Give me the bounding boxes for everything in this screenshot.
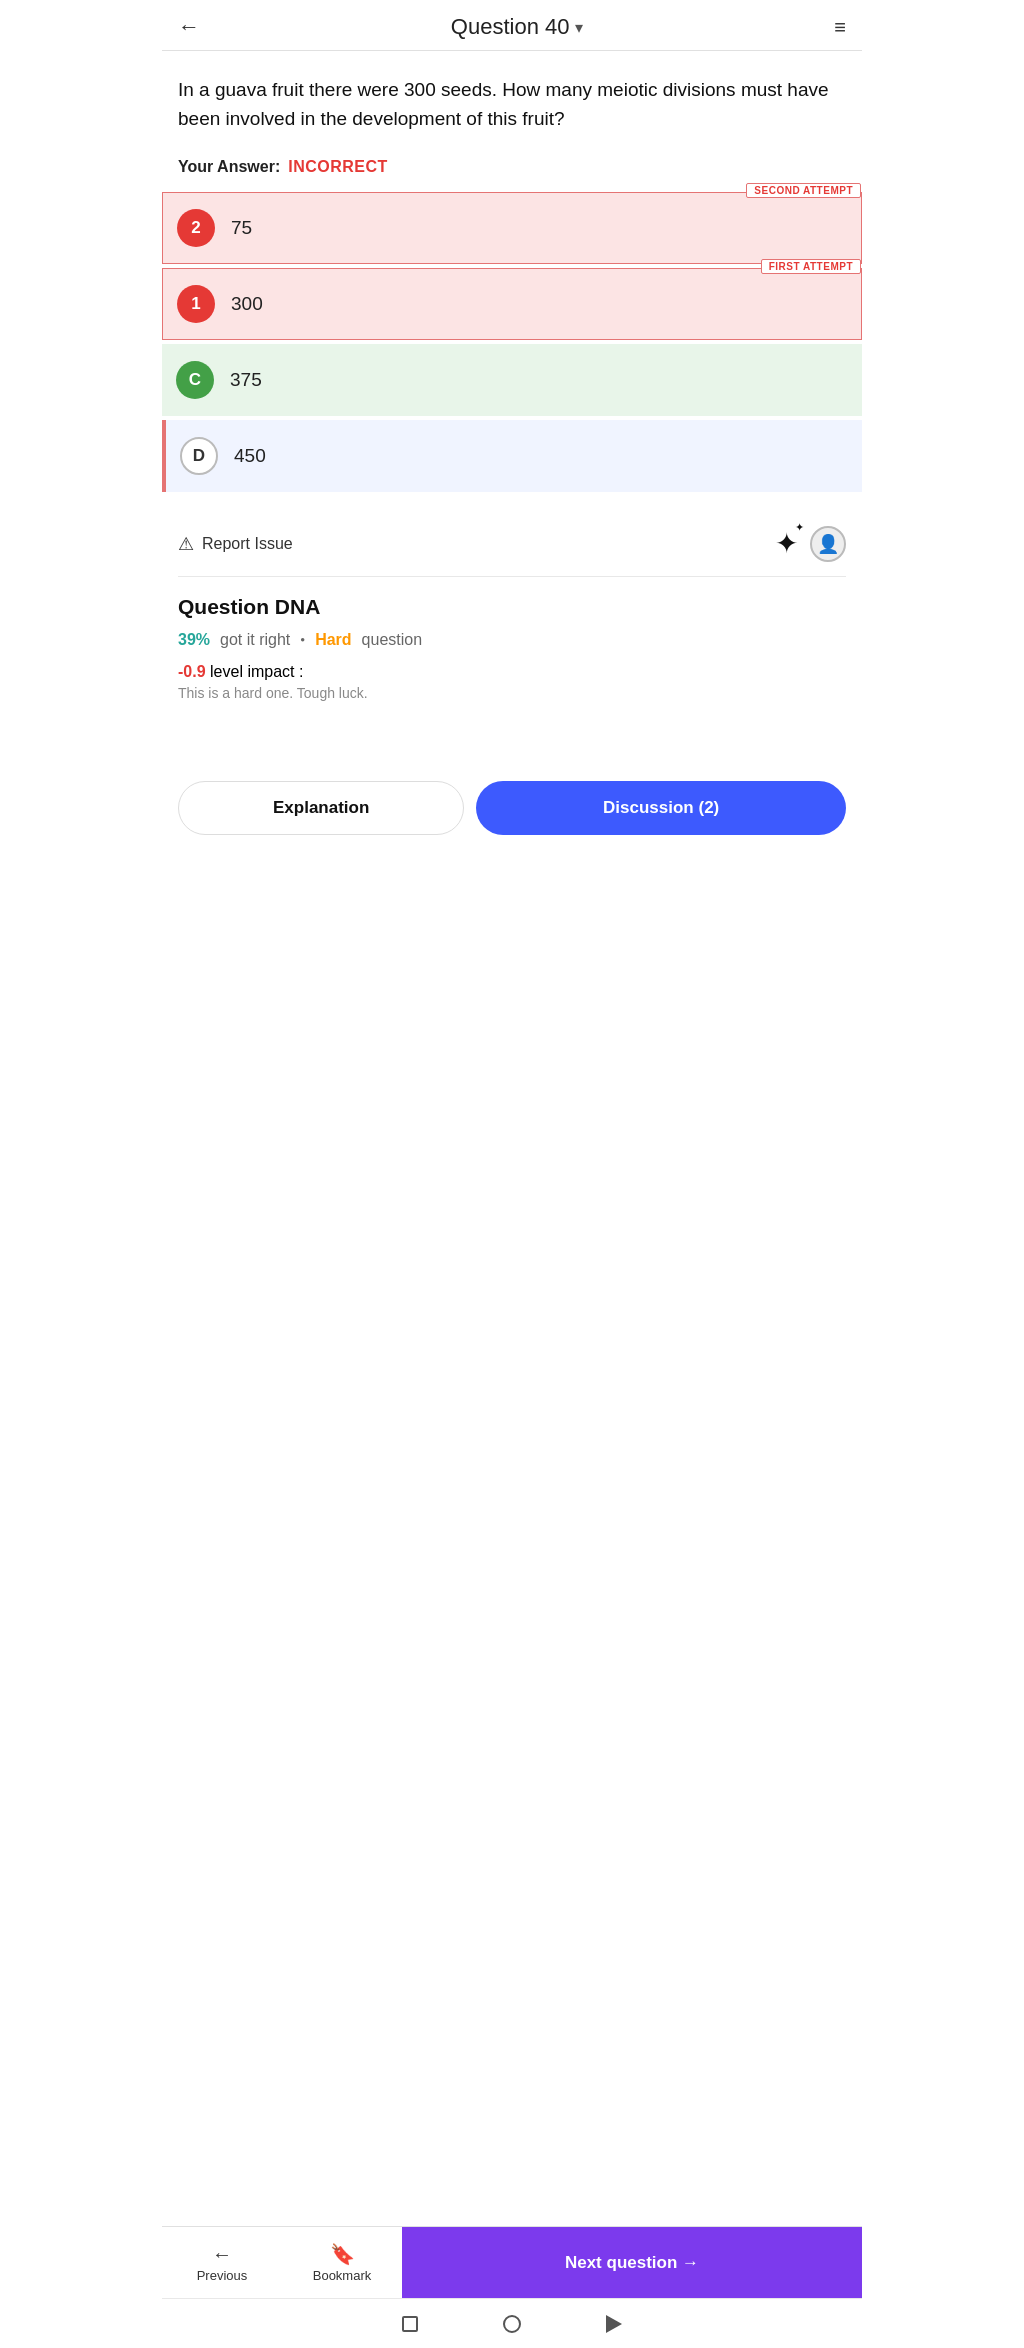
option-badge-1: 1: [177, 285, 215, 323]
option-row-c[interactable]: C 375: [162, 344, 862, 416]
header: ← Question 40 ▾ ≡: [162, 0, 862, 51]
correct-percent: 39%: [178, 631, 210, 649]
square-icon: [402, 2316, 418, 2332]
report-actions: ✦ ✦ 👤: [775, 526, 846, 562]
difficulty-suffix: question: [362, 631, 423, 649]
discussion-button[interactable]: Discussion (2): [476, 781, 846, 835]
options-container: SECOND ATTEMPT 2 75 FIRST ATTEMPT 1 300 …: [162, 192, 862, 504]
avatar[interactable]: 👤: [810, 526, 846, 562]
answer-status-badge: INCORRECT: [288, 158, 388, 176]
tab-buttons: Explanation Discussion (2): [162, 765, 862, 855]
previous-arrow-icon: ←: [212, 2243, 232, 2266]
bookmark-icon: 🔖: [330, 2242, 355, 2266]
difficulty-label: Hard: [315, 631, 351, 649]
option-row-2[interactable]: SECOND ATTEMPT 2 75: [162, 192, 862, 264]
attempt-tag-second: SECOND ATTEMPT: [746, 183, 861, 198]
previous-label: Previous: [197, 2268, 248, 2283]
question-title: Question 40: [451, 14, 570, 40]
impact-label: level impact :: [210, 663, 303, 680]
report-row: ⚠ Report Issue ✦ ✦ 👤: [162, 512, 862, 576]
correct-label: got it right: [220, 631, 290, 649]
dna-sub-text: This is a hard one. Tough luck.: [178, 685, 846, 701]
star-badge-icon[interactable]: ✦ ✦: [775, 527, 798, 560]
option-row-1[interactable]: FIRST ATTEMPT 1 300: [162, 268, 862, 340]
report-issue-button[interactable]: ⚠ Report Issue: [178, 533, 293, 555]
option-badge-2: 2: [177, 209, 215, 247]
previous-button[interactable]: ← Previous: [162, 2227, 282, 2298]
back-button[interactable]: ←: [178, 14, 200, 40]
option-value-2: 75: [231, 217, 252, 239]
system-back-button[interactable]: [603, 2313, 625, 2335]
dna-impact-row: -0.9 level impact :: [178, 663, 846, 681]
option-badge-c: C: [176, 361, 214, 399]
menu-icon[interactable]: ≡: [834, 16, 846, 39]
report-issue-label: Report Issue: [202, 535, 293, 553]
bottom-nav: ← Previous 🔖 Bookmark Next question →: [162, 2226, 862, 2298]
next-question-label: Next question →: [565, 2253, 699, 2273]
question-text: In a guava fruit there were 300 seeds. H…: [178, 75, 846, 134]
chevron-down-icon[interactable]: ▾: [575, 18, 583, 37]
separator-dot: ●: [300, 635, 305, 644]
explanation-button[interactable]: Explanation: [178, 781, 464, 835]
dna-section: Question DNA 39% got it right ● Hard que…: [162, 577, 862, 725]
triangle-icon: [606, 2315, 622, 2333]
option-badge-d: D: [180, 437, 218, 475]
answer-label: Your Answer:: [178, 158, 280, 176]
attempt-tag-first: FIRST ATTEMPT: [761, 259, 861, 274]
question-area: In a guava fruit there were 300 seeds. H…: [162, 51, 862, 150]
circle-icon: [503, 2315, 521, 2333]
option-row-d[interactable]: D 450: [162, 420, 862, 492]
option-value-1: 300: [231, 293, 263, 315]
warning-icon: ⚠: [178, 533, 194, 555]
impact-value: -0.9: [178, 663, 206, 680]
next-question-button[interactable]: Next question →: [402, 2227, 862, 2298]
system-square-button[interactable]: [399, 2313, 421, 2335]
dna-stats: 39% got it right ● Hard question: [178, 631, 846, 649]
system-nav-bar: [162, 2298, 862, 2348]
bookmark-label: Bookmark: [313, 2268, 372, 2283]
question-title-group: Question 40 ▾: [451, 14, 584, 40]
system-circle-button[interactable]: [501, 2313, 523, 2335]
option-value-d: 450: [234, 445, 266, 467]
bookmark-button[interactable]: 🔖 Bookmark: [282, 2227, 402, 2298]
option-value-c: 375: [230, 369, 262, 391]
dna-title: Question DNA: [178, 595, 846, 619]
